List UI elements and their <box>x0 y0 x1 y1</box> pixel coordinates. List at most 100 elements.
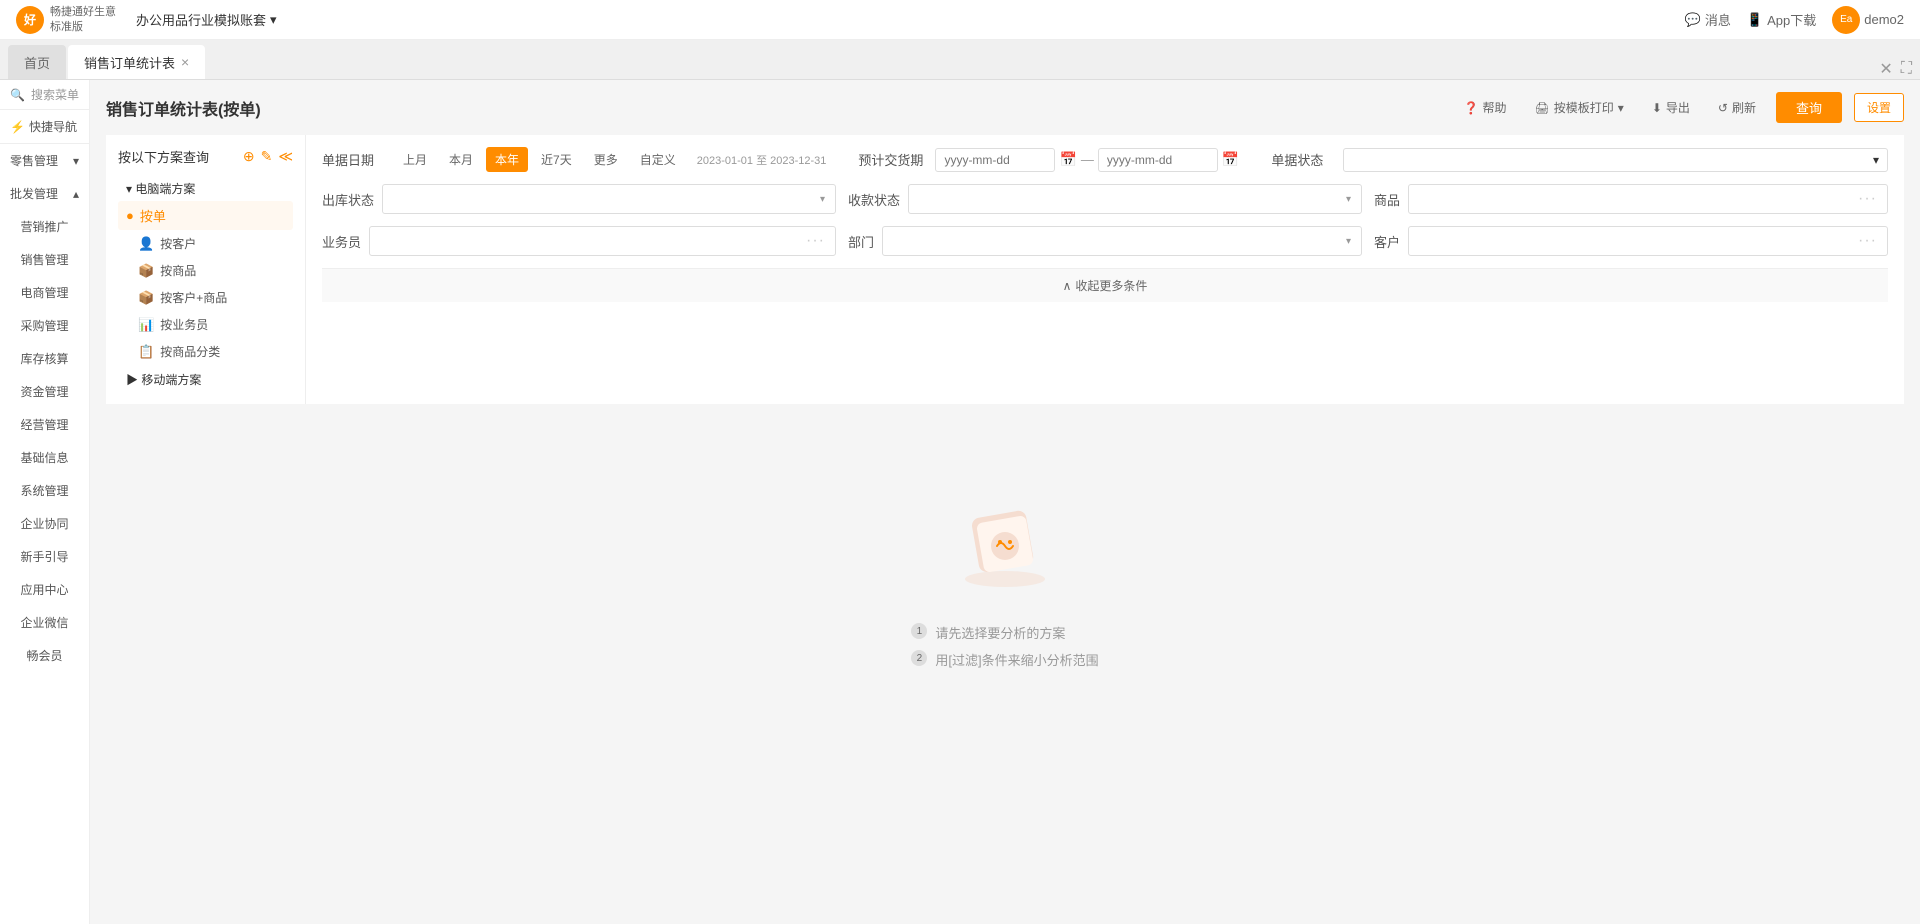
tab-home[interactable]: 首页 <box>8 45 66 79</box>
sidebar-item-enterprise[interactable]: 企业协同 <box>0 507 89 540</box>
sidebar-item-finance[interactable]: 资金管理 <box>0 375 89 408</box>
industry-selector[interactable]: 办公用品行业模拟账套 ▾ <box>136 10 277 29</box>
date-range-text: 2023-01-01 至 2023-12-31 <box>697 152 827 168</box>
tip-num-2: 2 <box>911 650 927 666</box>
maximize-window-icon[interactable]: ⛶ <box>1901 60 1912 78</box>
status-label: 单据状态 <box>1271 150 1331 169</box>
expected-date-end[interactable] <box>1098 148 1218 172</box>
sidebar-item-operation[interactable]: 经营管理 <box>0 408 89 441</box>
close-window-icon[interactable]: ✕ <box>1879 59 1892 79</box>
filter-row-date: 单据日期 上月 本月 本年 近7天 更多 自定义 2023-01-01 至 20… <box>322 147 1888 172</box>
sidebar-item-system[interactable]: 系统管理 <box>0 474 89 507</box>
top-bar-right: 💬 消息 📱 App下载 Ea demo2 <box>1685 6 1904 34</box>
export-button[interactable]: ⬇ 导出 <box>1644 95 1698 120</box>
basic-label: 基础信息 <box>20 449 68 466</box>
add-scheme-button[interactable]: ⊕ <box>243 148 255 165</box>
collapse-arrow-icon: ∧ <box>1063 279 1072 293</box>
sidebar-item-newguide[interactable]: 新手引导 <box>0 540 89 573</box>
main-layout: 🔍 搜索菜单 ⚡ 快捷导航 零售管理 ▾ 批发管理 ▴ 营销推广 销售管理 电商… <box>0 80 1920 924</box>
date-btn-7days[interactable]: 近7天 <box>532 147 581 172</box>
dept-label: 部门 <box>848 232 874 251</box>
sales-dots: ··· <box>806 232 825 250</box>
filter-right: 单据日期 上月 本月 本年 近7天 更多 自定义 2023-01-01 至 20… <box>306 135 1904 404</box>
calendar-end-icon[interactable]: 📅 <box>1222 151 1239 168</box>
tab-close-icon[interactable]: × <box>181 54 189 70</box>
collapse-bar[interactable]: ∧ 收起更多条件 <box>322 268 1888 302</box>
ecommerce-label: 电商管理 <box>20 284 68 301</box>
collapse-scheme-button[interactable]: ≪ <box>278 148 293 165</box>
payment-field: 收款状态 ▾ <box>848 184 1362 214</box>
user-profile[interactable]: Ea demo2 <box>1832 6 1904 34</box>
sidebar-item-appcenter[interactable]: 应用中心 <box>0 573 89 606</box>
logo-area: 好 畅捷通好生意 标准版 <box>16 5 116 34</box>
messages-nav[interactable]: 💬 消息 <box>1685 10 1731 29</box>
sidebar-item-sales[interactable]: 销售管理 <box>0 243 89 276</box>
goods-input[interactable]: ··· <box>1408 184 1888 214</box>
scheme-by-customer-goods[interactable]: 📦 按客户+商品 <box>118 284 293 311</box>
newguide-label: 新手引导 <box>20 548 68 565</box>
sidebar-item-ecommerce[interactable]: 电商管理 <box>0 276 89 309</box>
sales-input[interactable]: ··· <box>369 226 836 256</box>
tip-num-1: 1 <box>911 623 927 639</box>
sidebar-item-marketing[interactable]: 营销推广 <box>0 210 89 243</box>
sidebar-item-basic[interactable]: 基础信息 <box>0 441 89 474</box>
empty-illustration <box>945 484 1065 607</box>
sidebar-item-purchase[interactable]: 采购管理 <box>0 309 89 342</box>
scheme-panel-title: 按以下方案查询 <box>118 147 209 166</box>
date-btn-custom[interactable]: 自定义 <box>631 147 685 172</box>
scheme-by-salesperson[interactable]: 📊 按业务员 <box>118 311 293 338</box>
search-menu[interactable]: 🔍 搜索菜单 <box>0 80 89 110</box>
scheme-by-customer[interactable]: 👤 按客户 <box>118 230 293 257</box>
settings-button[interactable]: 设置 <box>1854 93 1904 122</box>
edit-scheme-button[interactable]: ✎ <box>261 148 273 165</box>
sidebar-item-inventory[interactable]: 库存核算 <box>0 342 89 375</box>
tab-sales-order[interactable]: 销售订单统计表 × <box>68 45 205 79</box>
scheme-by-order[interactable]: ● 按单 <box>118 201 293 230</box>
scheme-panel: 按以下方案查询 ⊕ ✎ ≪ ▾ 电脑端方案 ● 按单 <box>106 135 306 404</box>
payment-arrow-icon: ▾ <box>1346 194 1351 205</box>
goods-label: 商品 <box>1374 190 1400 209</box>
query-button[interactable]: 查询 <box>1776 92 1842 123</box>
sidebar-item-wechat[interactable]: 企业微信 <box>0 606 89 639</box>
date-btn-this-year[interactable]: 本年 <box>486 147 528 172</box>
customer-input[interactable]: ··· <box>1408 226 1888 256</box>
sidebar-item-retail[interactable]: 零售管理 ▾ <box>0 144 89 177</box>
wechat-label: 企业微信 <box>20 614 68 631</box>
goods-dots: ··· <box>1858 190 1877 208</box>
calendar-start-icon[interactable]: 📅 <box>1059 151 1076 168</box>
help-button[interactable]: ❓ 帮助 <box>1456 95 1515 120</box>
top-bar-left: 好 畅捷通好生意 标准版 办公用品行业模拟账套 ▾ <box>16 5 277 34</box>
dept-arrow-icon: ▾ <box>1346 236 1351 247</box>
date-btn-last-month[interactable]: 上月 <box>394 147 436 172</box>
mobile-group-label: ▶ 移动端方案 <box>118 365 293 392</box>
sales-field: 业务员 ··· <box>322 226 836 256</box>
sidebar-item-wholesale[interactable]: 批发管理 ▴ <box>0 177 89 210</box>
customer-icon: 👤 <box>138 236 154 252</box>
status-select[interactable]: ▾ <box>1343 148 1888 172</box>
filter-row-sales: 业务员 ··· 部门 ▾ <box>322 226 1888 256</box>
sidebar-item-member[interactable]: 畅会员 <box>0 639 89 672</box>
search-icon: 🔍 <box>10 88 25 102</box>
quick-nav[interactable]: ⚡ 快捷导航 <box>0 110 89 144</box>
delivery-select[interactable]: ▾ <box>382 184 836 214</box>
payment-select[interactable]: ▾ <box>908 184 1362 214</box>
app-download-nav[interactable]: 📱 App下载 <box>1747 10 1816 29</box>
scheme-by-goods[interactable]: 📦 按商品 <box>118 257 293 284</box>
app-download-icon: 📱 <box>1747 12 1763 28</box>
expand-arrow-icon: ▾ <box>73 154 79 168</box>
message-icon: 💬 <box>1685 12 1701 28</box>
print-button[interactable]: 🖨 按模板打印 ▾ <box>1527 95 1632 120</box>
mobile-group-arrow-icon: ▶ <box>126 373 138 387</box>
payment-label: 收款状态 <box>848 190 900 209</box>
scheme-by-category[interactable]: 📋 按商品分类 <box>118 338 293 365</box>
expected-date-range: 📅 — 📅 <box>935 148 1239 172</box>
dept-select[interactable]: ▾ <box>882 226 1362 256</box>
expected-date-start[interactable] <box>935 148 1055 172</box>
page-header: 销售订单统计表(按单) ❓ 帮助 🖨 按模板打印 ▾ ⬇ 导出 <box>106 92 1904 123</box>
refresh-button[interactable]: ↺ 刷新 <box>1710 95 1764 120</box>
empty-tips: 1 请先选择要分析的方案 2 用[过滤]条件来缩小分析范围 <box>911 623 1098 669</box>
date-btn-more[interactable]: 更多 <box>585 147 627 172</box>
date-btn-this-month[interactable]: 本月 <box>440 147 482 172</box>
marketing-label: 营销推广 <box>20 218 68 235</box>
member-label: 畅会员 <box>26 647 62 664</box>
